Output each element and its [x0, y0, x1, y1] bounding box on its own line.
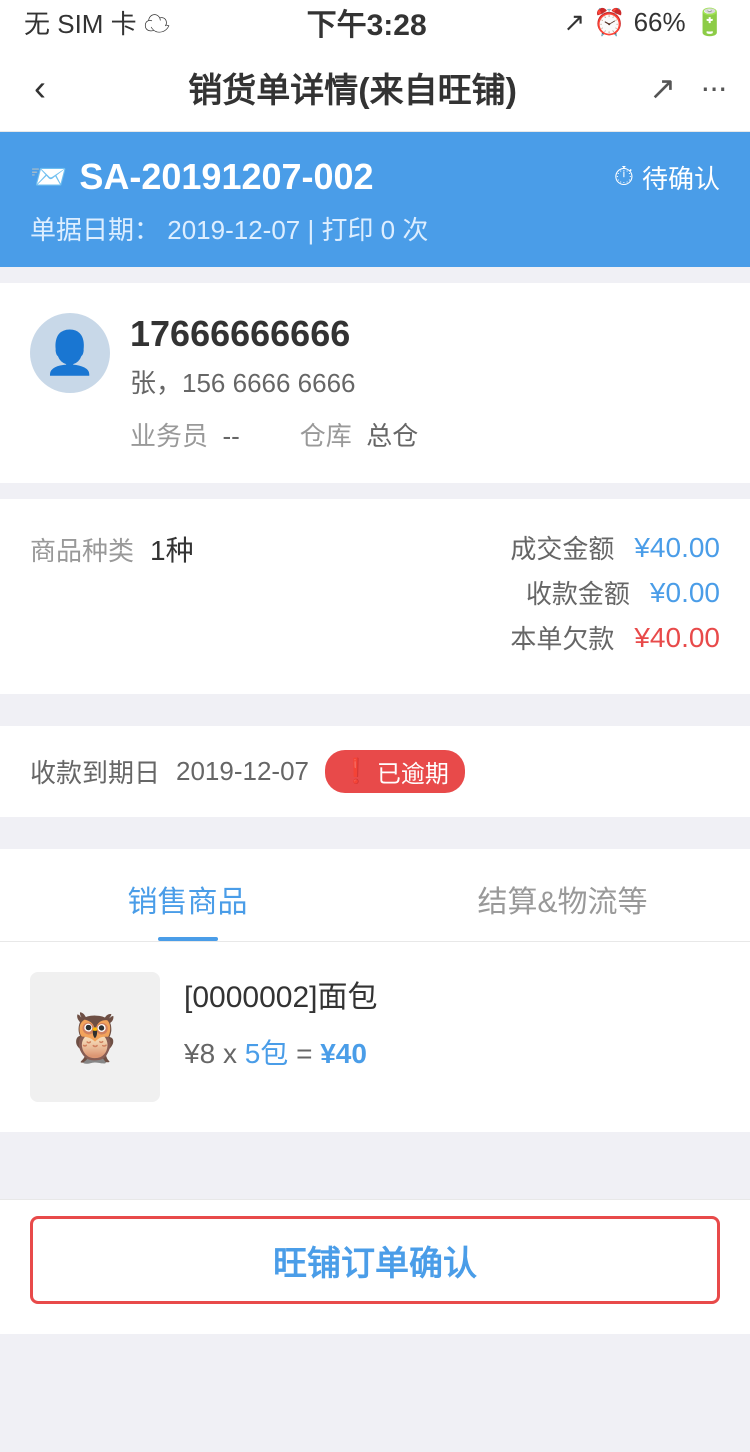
product-item: 🦉 [0000002]面包 ¥8 x 5包 = ¥40 [0, 942, 750, 1132]
warehouse-meta: 仓库 总仓 [300, 416, 418, 453]
received-label: 收款金额 [526, 574, 630, 611]
order-date: 单据日期： 2019-12-07 | 打印 0 次 [30, 210, 720, 247]
price-per-unit: ¥8 [184, 1038, 215, 1069]
product-thumbnail: 🦉 [30, 972, 160, 1102]
transaction-row: 成交金额 ¥40.00 [510, 529, 720, 566]
received-value: ¥0.00 [650, 577, 720, 609]
status-bar: 无 SIM 卡 ☁ 下午3:28 ↗ ⏰ 66% 🔋 [0, 0, 750, 44]
tab-sales[interactable]: 销售商品 [0, 849, 375, 941]
order-id-text: SA-20191207-002 [79, 156, 373, 198]
customer-info: 17666666666 张，156 6666 6666 业务员 -- 仓库 总仓 [130, 313, 720, 453]
nav-bar: ‹ 销货单详情(来自旺铺) ↗ ··· [0, 44, 750, 132]
summary-section: 商品种类 1种 成交金额 ¥40.00 收款金额 ¥0.00 本单欠款 ¥40.… [0, 499, 750, 694]
overdue-icon: ❗ [341, 757, 371, 786]
salesperson-label: 业务员 -- [130, 416, 240, 453]
product-details: [0000002]面包 ¥8 x 5包 = ¥40 [184, 972, 720, 1072]
order-header: 📨 SA-20191207-002 ⏱ 待确认 单据日期： 2019-12-07… [0, 132, 750, 267]
customer-name: 张，156 6666 6666 [130, 363, 720, 400]
battery-text: 66% [634, 7, 686, 38]
page-title: 销货单详情(来自旺铺) [188, 63, 517, 112]
summary-right: 成交金额 ¥40.00 收款金额 ¥0.00 本单欠款 ¥40.00 [510, 529, 720, 664]
status-time: 下午3:28 [307, 0, 427, 44]
battery-icon: 🔋 [694, 7, 726, 38]
order-id: 📨 SA-20191207-002 [30, 156, 374, 198]
status-clock-icon: ⏱ [614, 161, 634, 193]
confirm-label: 旺铺订单确认 [273, 1236, 477, 1285]
back-button[interactable]: ‹ [24, 57, 56, 119]
divider-1 [0, 694, 750, 710]
overdue-section: 收款到期日 2019-12-07 ❗ 已逾期 [0, 726, 750, 817]
order-header-top: 📨 SA-20191207-002 ⏱ 待确认 [30, 156, 720, 198]
overdue-label: 收款到期日 [30, 753, 160, 790]
salesperson-label-text: 业务员 [130, 421, 208, 451]
more-button[interactable]: ··· [700, 69, 726, 106]
product-thumb-icon: 🦉 [65, 1009, 125, 1066]
balance-value: ¥40.00 [634, 622, 720, 654]
warehouse-value: 总仓 [366, 421, 418, 451]
transaction-label: 成交金额 [510, 529, 614, 566]
share-icon[interactable]: ↗ [649, 69, 676, 107]
summary-row: 商品种类 1种 成交金额 ¥40.00 收款金额 ¥0.00 本单欠款 ¥40.… [30, 529, 720, 664]
customer-phone: 17666666666 [130, 313, 720, 355]
tabs-header: 销售商品 结算&物流等 [0, 849, 750, 942]
sim-text: 无 SIM 卡 ☁ [24, 4, 170, 41]
overdue-text: 已逾期 [377, 754, 449, 789]
status-right: ↗ ⏰ 66% 🔋 [563, 7, 726, 38]
received-row: 收款金额 ¥0.00 [510, 574, 720, 611]
avatar-icon: 👤 [44, 329, 96, 378]
overdue-date: 2019-12-07 [176, 756, 309, 787]
salesperson-value: -- [222, 421, 239, 451]
price-quantity: 5包 [245, 1038, 289, 1069]
transaction-value: ¥40.00 [634, 532, 720, 564]
balance-label: 本单欠款 [510, 619, 614, 656]
product-name: [0000002]面包 [184, 972, 720, 1016]
date-value: 2019-12-07 [167, 215, 300, 245]
warehouse-label-text: 仓库 [300, 421, 352, 451]
tab-settlement-label: 结算&物流等 [477, 886, 647, 919]
summary-left: 商品种类 1种 [30, 529, 194, 569]
alarm-icon: ⏰ [593, 7, 625, 38]
price-equals: = [296, 1038, 320, 1069]
confirm-button[interactable]: 旺铺订单确认 [30, 1216, 720, 1304]
product-type-value: 1种 [150, 529, 194, 569]
order-id-icon: 📨 [30, 160, 67, 195]
overdue-badge: ❗ 已逾期 [325, 750, 465, 793]
bottom-bar: 旺铺订单确认 [0, 1199, 750, 1334]
customer-section: 👤 17666666666 张，156 6666 6666 业务员 -- 仓库 … [30, 313, 720, 453]
customer-card: 👤 17666666666 张，156 6666 6666 业务员 -- 仓库 … [0, 283, 750, 483]
tab-settlement[interactable]: 结算&物流等 [375, 849, 750, 941]
price-total: ¥40 [320, 1038, 367, 1069]
order-status: ⏱ 待确认 [614, 159, 720, 196]
price-multiply: x [223, 1038, 245, 1069]
customer-avatar: 👤 [30, 313, 110, 393]
nav-actions: ↗ ··· [649, 69, 726, 107]
customer-meta: 业务员 -- 仓库 总仓 [130, 416, 720, 453]
divider-2 [0, 817, 750, 833]
status-left: 无 SIM 卡 ☁ [24, 4, 170, 41]
product-price: ¥8 x 5包 = ¥40 [184, 1032, 720, 1072]
location-icon: ↗ [563, 7, 585, 38]
balance-row: 本单欠款 ¥40.00 [510, 619, 720, 656]
date-label: 单据日期： [30, 215, 160, 245]
tab-sales-label: 销售商品 [128, 886, 248, 919]
product-type-label: 商品种类 [30, 531, 134, 568]
status-text: 待确认 [642, 159, 720, 196]
tabs-section: 销售商品 结算&物流等 🦉 [0000002]面包 ¥8 x 5包 = ¥40 [0, 849, 750, 1132]
print-info: | 打印 0 次 [307, 215, 428, 245]
